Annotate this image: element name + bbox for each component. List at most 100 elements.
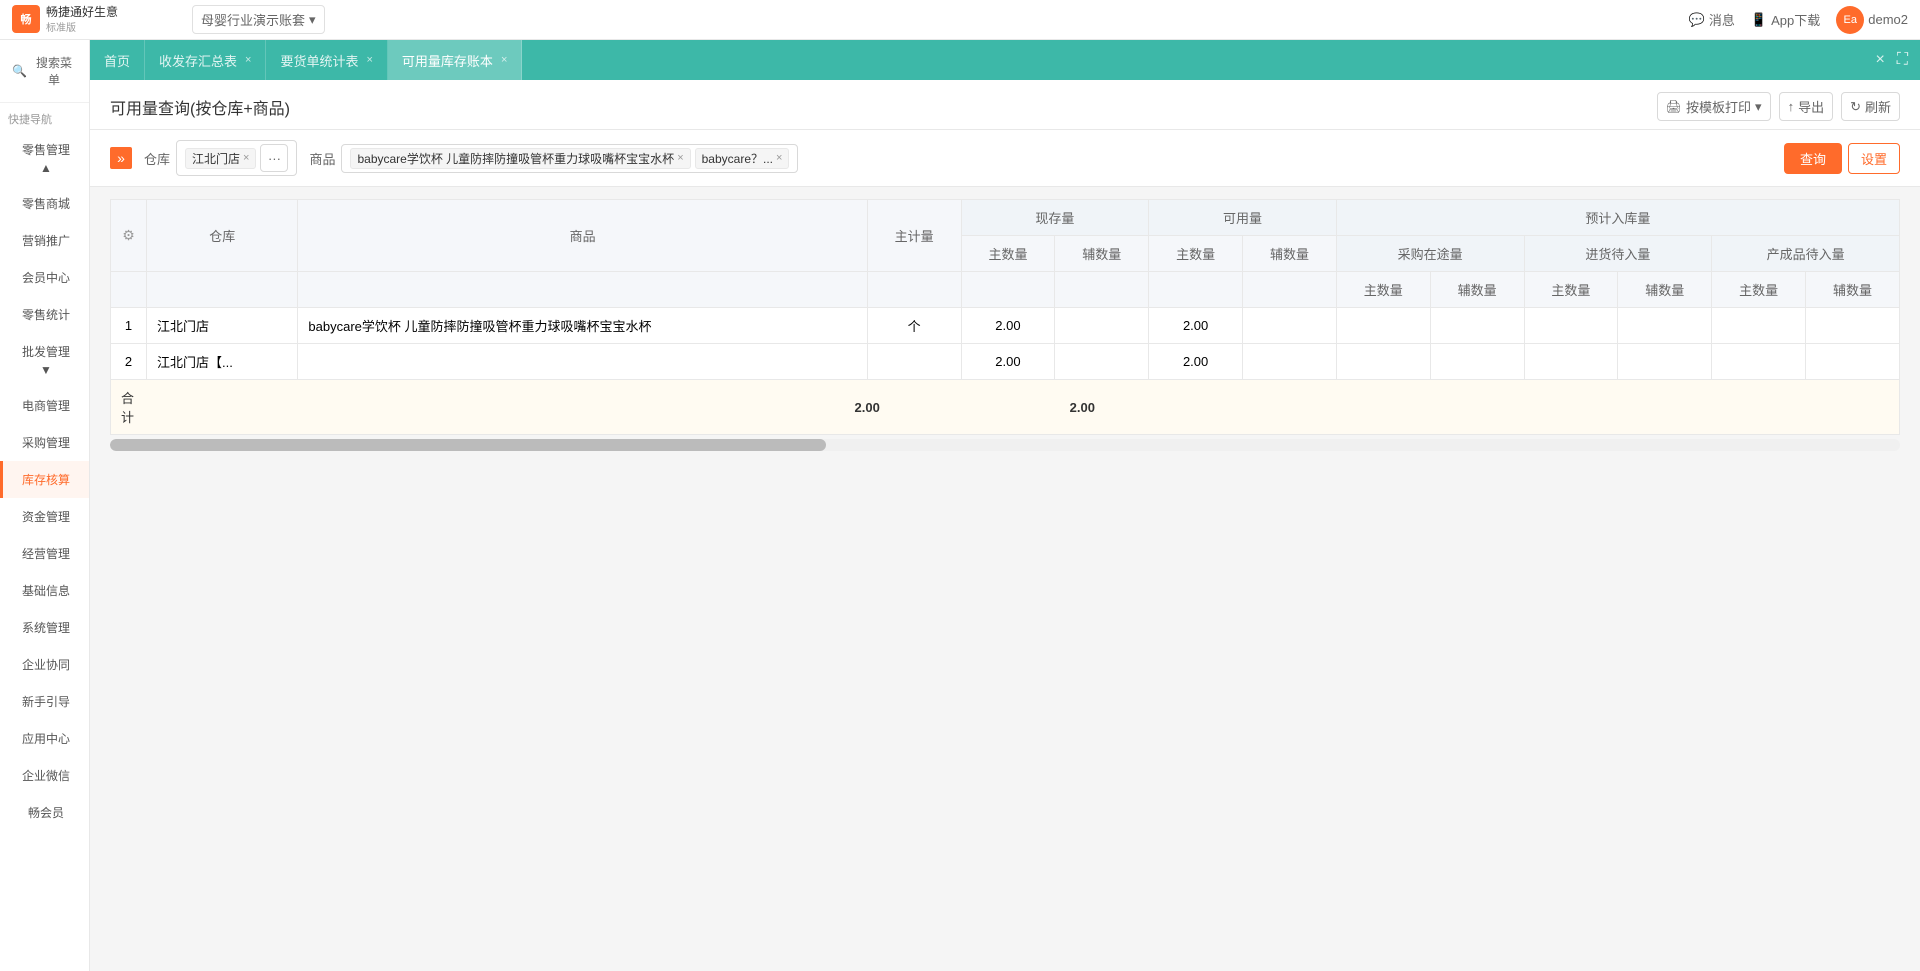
quick-nav-label: 快捷导航 [0, 103, 89, 131]
app-name: 畅捷通好生意 [46, 5, 118, 19]
produced-aux-header: 辅数量 [1806, 272, 1900, 308]
user-name: demo2 [1868, 12, 1908, 27]
page-header-actions: 🖨 按模板打印 ▾ ↑ 导出 ↻ 刷新 [1657, 92, 1901, 121]
col-empty3 [298, 272, 867, 308]
product-tag2-close[interactable]: × [776, 152, 782, 164]
content-area: 首页 收发存汇总表 × 要货单统计表 × 可用量库存账本 × × ⛶ [90, 40, 1920, 971]
wholesale-label: 批发管理 [22, 343, 70, 360]
sidebar-item-vip[interactable]: 畅会员 [0, 794, 89, 831]
column-settings-icon[interactable]: ⚙ [122, 227, 135, 243]
sidebar-item-ecommerce[interactable]: 电商管理 [0, 387, 89, 424]
settings-btn[interactable]: 设置 [1848, 143, 1900, 174]
row-current-main: 2.00 [961, 344, 1055, 380]
app-logo: 畅 畅捷通好生意 标准版 [12, 5, 192, 34]
col-empty8 [1243, 272, 1337, 308]
tab-available-stock-label: 可用量库存账本 [402, 51, 493, 70]
product-tag2-text: babycare？... [702, 150, 773, 167]
sidebar-item-wechat[interactable]: 企业微信 [0, 757, 89, 794]
sidebar-item-system[interactable]: 系统管理 [0, 609, 89, 646]
purchase-main-header: 主数量 [1336, 272, 1430, 308]
row-unit: 个 [867, 308, 961, 344]
store-selector[interactable]: 母婴行业演示账套 ▾ [192, 5, 325, 34]
col-settings: ⚙ [111, 200, 147, 272]
tab-available-stock[interactable]: 可用量库存账本 × [388, 40, 522, 80]
sidebar-item-inventory[interactable]: 库存核算 [0, 461, 89, 498]
finance-label: 资金管理 [22, 508, 70, 525]
sidebar-item-retail[interactable]: 零售管理 ▲ [0, 131, 89, 185]
sidebar-item-enterprise[interactable]: 企业协同 [0, 646, 89, 683]
query-btn[interactable]: 查询 [1784, 143, 1842, 174]
col-forecast-header: 预计入库量 [1336, 200, 1899, 236]
tab-fullscreen-btn[interactable]: ⛶ [1893, 47, 1912, 73]
message-btn[interactable]: 💬 消息 [1689, 10, 1735, 29]
warehouse-input[interactable]: 江北门店 × ··· [176, 140, 297, 176]
app-download-label: App下载 [1771, 10, 1820, 29]
basic-label: 基础信息 [22, 582, 70, 599]
sidebar-search-area: 🔍 搜索菜单 [0, 40, 89, 103]
col-current-stock-header: 现存量 [961, 200, 1149, 236]
horizontal-scrollbar[interactable] [110, 439, 1900, 451]
tab-order-stat-close[interactable]: × [366, 54, 372, 66]
sidebar-item-newbie[interactable]: 新手引导 [0, 683, 89, 720]
filter-expand-btn[interactable]: » [110, 147, 132, 169]
sidebar-item-wholesale[interactable]: 批发管理 ▼ [0, 333, 89, 387]
scrollbar-thumb[interactable] [110, 439, 826, 451]
tab-close-all-btn[interactable]: × [1871, 47, 1888, 73]
refresh-icon: ↻ [1850, 99, 1861, 115]
tab-bar-actions: × ⛶ [1871, 47, 1920, 73]
warehouse-filter: 仓库 江北门店 × ··· [144, 140, 297, 176]
tab-receive-pay-label: 收发存汇总表 [159, 51, 237, 70]
search-icon: 🔍 [12, 64, 27, 78]
retail-mall-label: 零售商城 [22, 195, 70, 212]
search-menu-label: 搜索菜单 [31, 54, 77, 88]
tab-receive-pay-close[interactable]: × [245, 54, 251, 66]
top-bar: 畅 畅捷通好生意 标准版 母婴行业演示账套 ▾ 💬 消息 📱 App下载 Ea … [0, 0, 1920, 40]
incoming-aux-header: 辅数量 [1618, 272, 1712, 308]
sidebar-item-finance[interactable]: 资金管理 [0, 498, 89, 535]
store-dropdown-icon: ▾ [309, 12, 316, 28]
sidebar-item-retail-stat[interactable]: 零售统计 [0, 296, 89, 333]
product-input[interactable]: babycare学饮杯 儿童防摔防撞吸管杯重力球吸嘴杯宝宝水杯 × babyca… [341, 144, 798, 173]
sidebar-item-marketing[interactable]: 营销推广 [0, 222, 89, 259]
vip-label: 畅会员 [28, 804, 64, 821]
tab-receive-pay[interactable]: 收发存汇总表 × [145, 40, 266, 80]
sidebar-item-member[interactable]: 会员中心 [0, 259, 89, 296]
sidebar-item-retail-mall[interactable]: 零售商城 [0, 185, 89, 222]
tab-available-stock-close[interactable]: × [501, 54, 507, 66]
row-incoming-aux [1618, 308, 1712, 344]
row-no: 2 [111, 344, 147, 380]
sidebar-item-basic[interactable]: 基础信息 [0, 572, 89, 609]
refresh-btn[interactable]: ↻ 刷新 [1841, 92, 1900, 121]
footer-label: 合计 [121, 388, 147, 426]
warehouse-more[interactable]: ··· [260, 144, 288, 172]
page-title: 可用量查询(按仓库+商品) [110, 95, 290, 119]
incoming-header: 进货待入量 [1524, 236, 1712, 272]
col-unit-header: 主计量 [867, 200, 961, 272]
top-bar-right: 💬 消息 📱 App下载 Ea demo2 [1689, 6, 1908, 34]
table-footer: 合计 2.00 2.00 [110, 380, 1900, 435]
newbie-label: 新手引导 [22, 693, 70, 710]
retail-expand-icon: ▲ [40, 161, 52, 175]
inventory-label: 库存核算 [22, 471, 70, 488]
warehouse-label: 仓库 [144, 149, 170, 168]
col-available-header: 可用量 [1149, 200, 1337, 236]
product-tag1-close[interactable]: × [677, 152, 683, 164]
page-content: 可用量查询(按仓库+商品) 🖨 按模板打印 ▾ ↑ 导出 ↻ 刷新 [90, 80, 1920, 971]
sidebar-item-operation[interactable]: 经营管理 [0, 535, 89, 572]
tab-order-stat[interactable]: 要货单统计表 × [266, 40, 387, 80]
export-btn[interactable]: ↑ 导出 [1779, 92, 1834, 121]
warehouse-tag-close[interactable]: × [243, 152, 249, 164]
tab-home[interactable]: 首页 [90, 40, 145, 80]
row-product: babycare学饮杯 儿童防摔防撞吸管杯重力球吸嘴杯宝宝水杯 [298, 308, 867, 344]
sidebar-item-apps[interactable]: 应用中心 [0, 720, 89, 757]
search-menu-btn[interactable]: 🔍 搜索菜单 [8, 50, 81, 92]
template-print-btn[interactable]: 🖨 按模板打印 ▾ [1657, 92, 1771, 121]
user-profile[interactable]: Ea demo2 [1836, 6, 1908, 34]
retail-stat-label: 零售统计 [22, 306, 70, 323]
sidebar-item-purchase[interactable]: 采购管理 [0, 424, 89, 461]
app-download-btn[interactable]: 📱 App下载 [1751, 10, 1820, 29]
row-purchase-main [1336, 344, 1430, 380]
table-row: 1 江北门店 babycare学饮杯 儿童防摔防撞吸管杯重力球吸嘴杯宝宝水杯 个… [111, 308, 1900, 344]
warehouse-tag: 江北门店 × [185, 148, 256, 169]
row-incoming-main [1524, 308, 1618, 344]
